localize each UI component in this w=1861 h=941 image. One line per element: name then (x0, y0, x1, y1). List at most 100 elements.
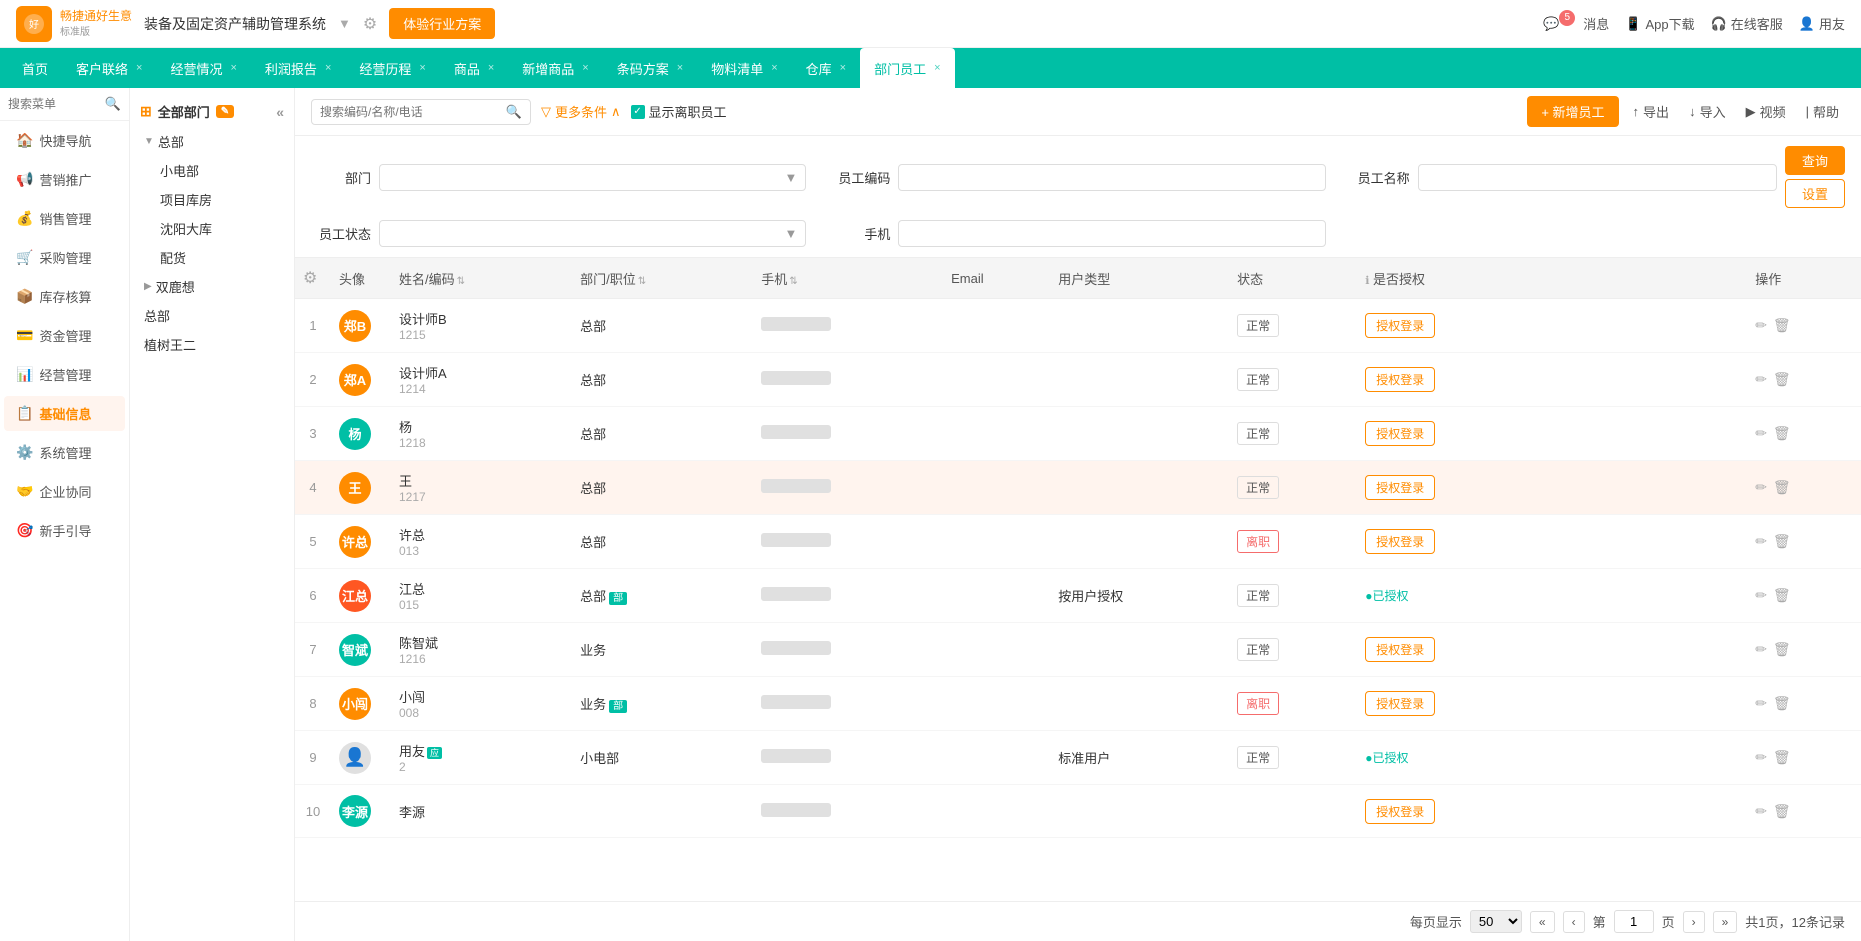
dept-filter-select[interactable]: ▼ (379, 164, 806, 191)
delete-icon[interactable]: 🗑 (1773, 317, 1791, 334)
import-button[interactable]: ↓ 导入 (1683, 98, 1732, 125)
edit-icon[interactable]: ✏ (1755, 371, 1767, 388)
add-employee-button[interactable]: + 新增员工 (1527, 96, 1618, 127)
sidebar-item-inventory[interactable]: 📦 库存核算 (4, 279, 125, 314)
edit-icon[interactable]: ✏ (1755, 641, 1767, 658)
delete-icon[interactable]: 🗑 (1773, 425, 1791, 442)
online-service-btn[interactable]: 🎧 在线客服 (1711, 14, 1783, 33)
close-icon[interactable]: × (230, 62, 236, 74)
tab-operation[interactable]: 经营情况 × (156, 48, 250, 88)
dept-node-general[interactable]: ▼ 总部 (130, 127, 294, 156)
dept-node-xiaodibu[interactable]: 小电部 (150, 156, 294, 185)
delete-icon[interactable]: 🗑 (1773, 533, 1791, 550)
close-icon[interactable]: × (934, 62, 940, 74)
delete-icon[interactable]: 🗑 (1773, 641, 1791, 658)
sidebar-item-guide[interactable]: 🎯 新手引导 (4, 513, 125, 548)
phone-filter-input[interactable] (898, 220, 1325, 247)
query-button[interactable]: 查询 (1785, 146, 1845, 175)
app-download-btn[interactable]: 📱 App下载 (1625, 14, 1694, 33)
user-btn[interactable]: 👤 用友 (1799, 14, 1845, 33)
col-phone[interactable]: 手机⇅ (753, 258, 943, 299)
help-button[interactable]: | 帮助 (1800, 98, 1845, 125)
emp-name-input[interactable] (1418, 164, 1777, 191)
reset-button[interactable]: 设置 (1785, 179, 1845, 208)
last-page-btn[interactable]: » (1713, 911, 1738, 933)
close-icon[interactable]: × (419, 62, 425, 74)
edit-icon[interactable]: ✏ (1755, 317, 1767, 334)
status-filter-select[interactable]: ▼ (379, 220, 806, 247)
sidebar-item-system[interactable]: ⚙️ 系统管理 (4, 435, 125, 470)
edit-icon[interactable]: ✏ (1755, 479, 1767, 496)
edit-icon[interactable]: ✏ (1755, 533, 1767, 550)
close-icon[interactable]: × (136, 62, 142, 74)
tab-warehouse[interactable]: 仓库 × (792, 48, 860, 88)
system-name-arrow[interactable]: ▼ (338, 16, 351, 31)
emp-code-input[interactable] (898, 164, 1325, 191)
show-resigned-toggle[interactable]: ✓ 显示离职员工 (631, 102, 727, 121)
prev-page-btn[interactable]: ‹ (1563, 911, 1585, 933)
auth-login-btn[interactable]: 授权登录 (1365, 799, 1435, 824)
close-icon[interactable]: × (582, 62, 588, 74)
delete-icon[interactable]: 🗑 (1773, 371, 1791, 388)
sidebar-item-finance[interactable]: 💳 资金管理 (4, 318, 125, 353)
col-settings[interactable]: ⚙ (295, 258, 331, 299)
sidebar-item-quicknav[interactable]: 🏠 快捷导航 (4, 123, 125, 158)
tab-profit[interactable]: 利润报告 × (251, 48, 345, 88)
sidebar-item-sales[interactable]: 💰 销售管理 (4, 201, 125, 236)
export-button[interactable]: ↑ 导出 (1627, 98, 1676, 125)
close-icon[interactable]: × (840, 62, 846, 74)
dept-edit-icon[interactable]: ✎ (216, 105, 234, 118)
tab-history[interactable]: 经营历程 × (345, 48, 439, 88)
per-page-select[interactable]: 50 100 (1470, 910, 1522, 933)
search-input[interactable] (320, 105, 500, 119)
tab-home[interactable]: 首页 (8, 48, 62, 88)
sidebar-search-input[interactable] (8, 97, 105, 111)
close-icon[interactable]: × (488, 62, 494, 74)
edit-icon[interactable]: ✏ (1755, 425, 1767, 442)
col-name[interactable]: 姓名/编码⇅ (391, 258, 572, 299)
trial-button[interactable]: 体验行业方案 (389, 8, 495, 39)
auth-login-btn[interactable]: 授权登录 (1365, 367, 1435, 392)
view-button[interactable]: ▶ 视频 (1740, 98, 1792, 125)
auth-login-btn[interactable]: 授权登录 (1365, 691, 1435, 716)
dept-node-zongbu[interactable]: 总部 (130, 301, 294, 330)
auth-login-btn[interactable]: 授权登录 (1365, 313, 1435, 338)
settings-icon[interactable]: ⚙ (363, 14, 377, 34)
edit-icon[interactable]: ✏ (1755, 587, 1767, 604)
sidebar-item-marketing[interactable]: 📢 营销推广 (4, 162, 125, 197)
dept-node-delivery[interactable]: 配货 (150, 243, 294, 272)
sidebar-item-collab[interactable]: 🤝 企业协同 (4, 474, 125, 509)
auth-login-btn[interactable]: 授权登录 (1365, 637, 1435, 662)
page-input[interactable] (1614, 910, 1654, 933)
next-page-btn[interactable]: › (1683, 911, 1705, 933)
message-btn[interactable]: 💬 5 消息 (1543, 14, 1609, 33)
delete-icon[interactable]: 🗑 (1773, 479, 1791, 496)
tab-customer[interactable]: 客户联络 × (62, 48, 156, 88)
more-filter-btn[interactable]: ▽ 更多条件 ∧ (541, 102, 621, 121)
settings-icon[interactable]: ⚙ (303, 270, 317, 287)
tab-dept-staff[interactable]: 部门员工 × (860, 48, 954, 88)
close-icon[interactable]: × (325, 62, 331, 74)
dept-node-shuanglu[interactable]: ▶ 双鹿想 (130, 272, 294, 301)
edit-icon[interactable]: ✏ (1755, 695, 1767, 712)
delete-icon[interactable]: 🗑 (1773, 695, 1791, 712)
dept-node-shenyang[interactable]: 沈阳大库 (150, 214, 294, 243)
all-dept-label[interactable]: 全部部门 (158, 102, 210, 121)
sidebar-item-basic[interactable]: 📋 基础信息 (4, 396, 125, 431)
first-page-btn[interactable]: « (1530, 911, 1555, 933)
close-icon[interactable]: × (771, 62, 777, 74)
tab-new-goods[interactable]: 新增商品 × (508, 48, 602, 88)
delete-icon[interactable]: 🗑 (1773, 587, 1791, 604)
tab-goods[interactable]: 商品 × (440, 48, 508, 88)
delete-icon[interactable]: 🗑 (1773, 803, 1791, 820)
auth-login-btn[interactable]: 授权登录 (1365, 529, 1435, 554)
sidebar-item-purchase[interactable]: 🛒 采购管理 (4, 240, 125, 275)
dept-node-zhishu[interactable]: 植树王二 (130, 330, 294, 359)
col-dept[interactable]: 部门/职位⇅ (572, 258, 753, 299)
edit-icon[interactable]: ✏ (1755, 749, 1767, 766)
close-icon[interactable]: × (677, 62, 683, 74)
auth-login-btn[interactable]: 授权登录 (1365, 421, 1435, 446)
delete-icon[interactable]: 🗑 (1773, 749, 1791, 766)
tab-barcode[interactable]: 条码方案 × (603, 48, 697, 88)
tab-bom[interactable]: 物料清单 × (697, 48, 791, 88)
